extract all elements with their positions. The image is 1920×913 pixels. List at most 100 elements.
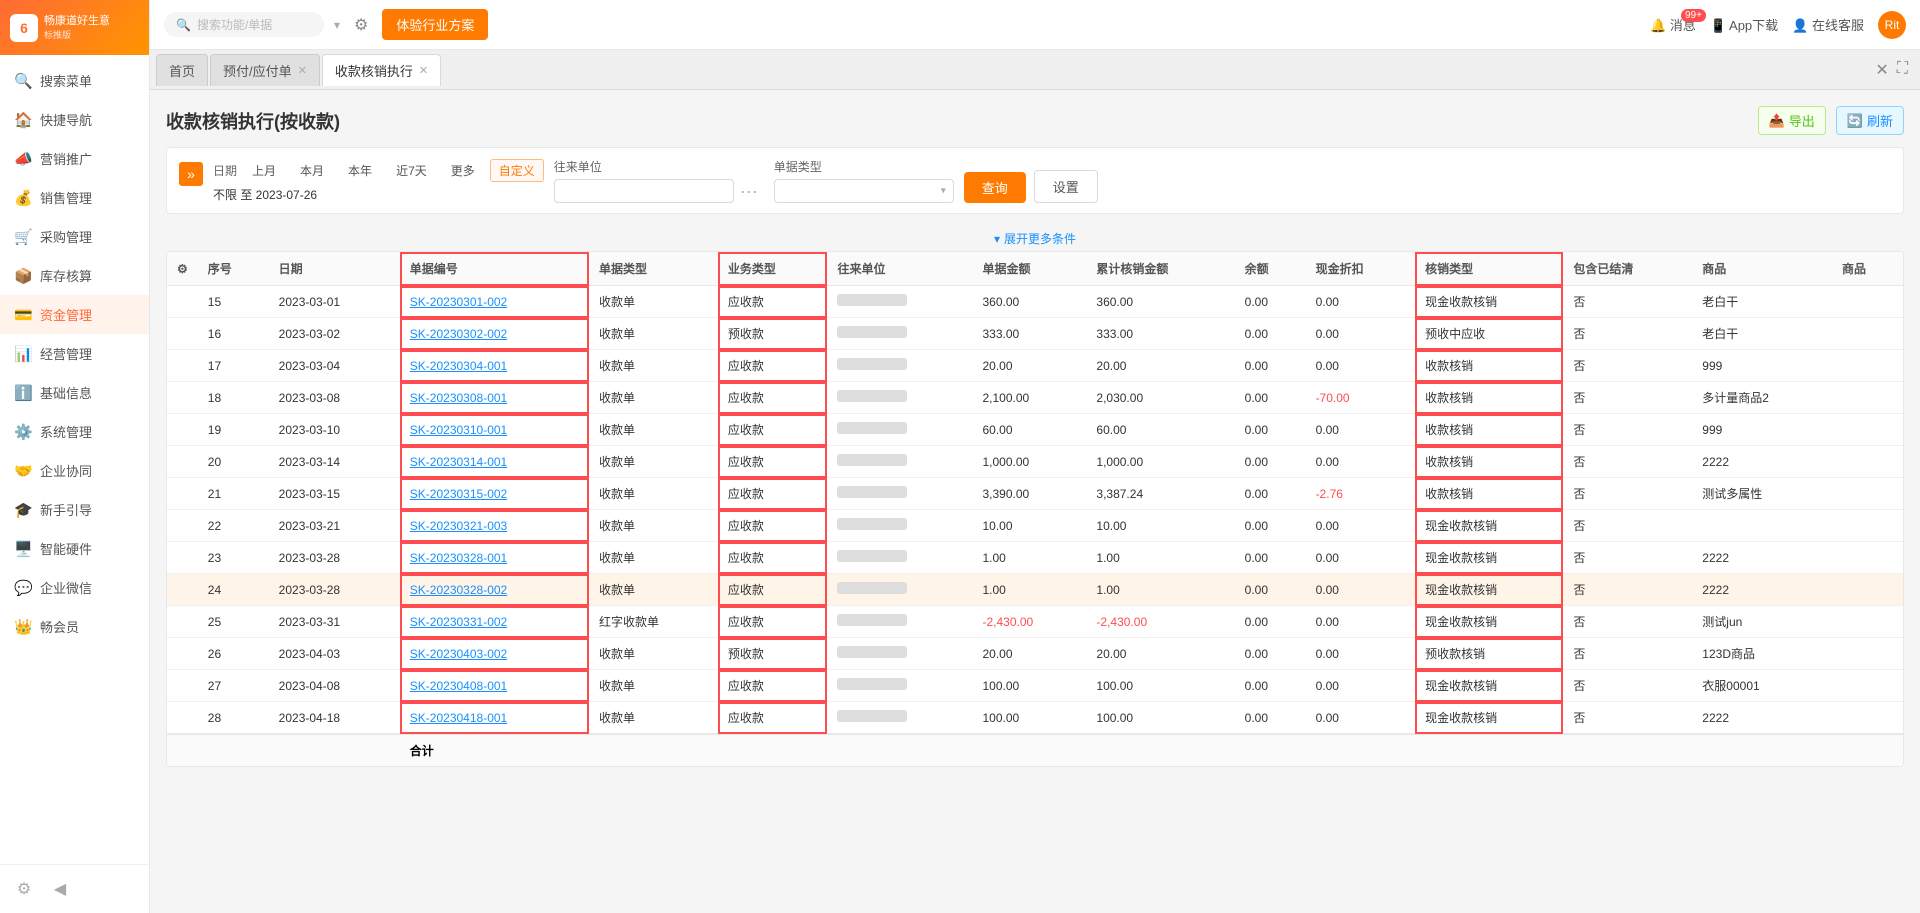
sidebar-item-basic[interactable]: ℹ️基础信息 (0, 373, 149, 412)
tab-expand-icon[interactable]: ⛶ (1897, 60, 1908, 80)
cell-1: 27 (198, 670, 269, 702)
sidebar-item-operation[interactable]: 📊经营管理 (0, 334, 149, 373)
cell-3: SK-20230314-001 (400, 446, 589, 478)
filter-date-row: 日期 上月 本月 本年 近7天 更多 自定义 (213, 159, 544, 182)
sidebar-settings-btn[interactable]: ⚙ (10, 875, 38, 903)
topbar-right: 🔔 消息 99+ 📱 App下载 👤 在线客服 Rit (1650, 11, 1906, 39)
topbar-arrow[interactable]: ▾ (334, 18, 340, 32)
cell-12: 否 (1563, 382, 1692, 414)
cell-8: 100.00 (1086, 670, 1234, 702)
cell-2[interactable]: 2023-03-14 (269, 446, 400, 478)
cell-2[interactable]: 2023-03-21 (269, 510, 400, 542)
cell-7: 360.00 (972, 286, 1086, 318)
sidebar-item-wechat[interactable]: 💬企业微信 (0, 568, 149, 607)
cell-11: 收款核销 (1415, 446, 1563, 478)
sidebar-item-purchase[interactable]: 🛒采购管理 (0, 217, 149, 256)
sidebar-label-operation: 经营管理 (40, 344, 92, 363)
tab-receipt[interactable]: 收款核销执行✕ (322, 54, 441, 86)
sidebar-item-system[interactable]: ⚙️系统管理 (0, 412, 149, 451)
cell-2[interactable]: 2023-03-02 (269, 318, 400, 350)
table-row[interactable]: 272023-04-08SK-20230408-001收款单应收款100.001… (167, 670, 1903, 702)
cell-2[interactable]: 2023-03-04 (269, 350, 400, 382)
sidebar-item-sales[interactable]: 💰销售管理 (0, 178, 149, 217)
date-btn-this-month[interactable]: 本月 (291, 159, 333, 182)
online-service-btn[interactable]: 👤 在线客服 (1792, 15, 1864, 34)
messages-btn[interactable]: 🔔 消息 99+ (1650, 15, 1696, 34)
cell-0 (167, 542, 198, 574)
counterpart-input-wrap: ··· (554, 179, 764, 203)
sidebar-item-inventory[interactable]: 📦库存核算 (0, 256, 149, 295)
th-settings[interactable]: ⚙ (167, 252, 198, 286)
sidebar-item-finance[interactable]: 💳资金管理 (0, 295, 149, 334)
query-btn[interactable]: 查询 (964, 172, 1026, 203)
setting-btn[interactable]: 设置 (1034, 170, 1098, 203)
cell-2[interactable]: 2023-03-10 (269, 414, 400, 446)
table-row[interactable]: 162023-03-02SK-20230302-002收款单预收款333.003… (167, 318, 1903, 350)
cell-2[interactable]: 2023-03-28 (269, 542, 400, 574)
tab-close-receipt[interactable]: ✕ (419, 64, 428, 77)
cell-2[interactable]: 2023-03-15 (269, 478, 400, 510)
refresh-btn[interactable]: 🔄 刷新 (1836, 106, 1904, 135)
counterpart-input[interactable] (554, 179, 734, 203)
date-btn-more[interactable]: 更多 (442, 159, 484, 182)
user-avatar[interactable]: Rit (1878, 11, 1906, 39)
table-row[interactable]: 202023-03-14SK-20230314-001收款单应收款1,000.0… (167, 446, 1903, 478)
cell-4: 收款单 (589, 414, 718, 446)
date-btn-last-month[interactable]: 上月 (243, 159, 285, 182)
cell-2[interactable]: 2023-03-31 (269, 606, 400, 638)
tab-home[interactable]: 首页 (156, 54, 208, 86)
table-row[interactable]: 242023-03-28SK-20230328-002收款单应收款1.001.0… (167, 574, 1903, 606)
sidebar-collapse-btn[interactable]: ◀ (46, 875, 74, 903)
sidebar-item-marketing[interactable]: 📣营销推广 (0, 139, 149, 178)
expand-label: 展开更多条件 (1004, 230, 1076, 247)
cell-7: 10.00 (972, 510, 1086, 542)
cell-2[interactable]: 2023-03-08 (269, 382, 400, 414)
cell-3: SK-20230331-002 (400, 606, 589, 638)
cell-4: 收款单 (589, 286, 718, 318)
table-row[interactable]: 152023-03-01SK-20230301-002收款单应收款360.003… (167, 286, 1903, 318)
date-btn-custom[interactable]: 自定义 (490, 159, 544, 182)
footer-empty13 (1692, 734, 1832, 766)
cell-5: 应收款 (718, 510, 828, 542)
sidebar-label-guide: 新手引导 (40, 500, 92, 519)
counterpart-dots[interactable]: ··· (734, 181, 764, 202)
sidebar-item-search[interactable]: 🔍搜索菜单 (0, 61, 149, 100)
tab-close-payable[interactable]: ✕ (298, 64, 307, 77)
expand-more-row[interactable]: ▾ 展开更多条件 (166, 226, 1904, 251)
cell-2[interactable]: 2023-04-18 (269, 702, 400, 735)
table-row[interactable]: 222023-03-21SK-20230321-003收款单应收款10.0010… (167, 510, 1903, 542)
cell-2[interactable]: 2023-04-08 (269, 670, 400, 702)
sidebar-item-member[interactable]: 👑畅会员 (0, 607, 149, 646)
topbar-solution-btn[interactable]: 体验行业方案 (382, 9, 488, 40)
sidebar-item-hardware[interactable]: 🖥️智能硬件 (0, 529, 149, 568)
table-row[interactable]: 192023-03-10SK-20230310-001收款单应收款60.0060… (167, 414, 1903, 446)
sidebar-item-corp[interactable]: 🤝企业协同 (0, 451, 149, 490)
date-btn-this-year[interactable]: 本年 (339, 159, 381, 182)
cell-8: 3,387.24 (1086, 478, 1234, 510)
topbar-search[interactable]: 🔍 搜索功能/单据 (164, 12, 324, 37)
cell-3: SK-20230301-002 (400, 286, 589, 318)
table-row[interactable]: 282023-04-18SK-20230418-001收款单应收款100.001… (167, 702, 1903, 735)
cell-2[interactable]: 2023-03-01 (269, 286, 400, 318)
app-download-btn[interactable]: 📱 App下载 (1710, 15, 1778, 34)
cell-7: 2,100.00 (972, 382, 1086, 414)
tab-payable[interactable]: 预付/应付单✕ (210, 54, 320, 86)
table-row[interactable]: 182023-03-08SK-20230308-001收款单应收款2,100.0… (167, 382, 1903, 414)
cell-2[interactable]: 2023-03-28 (269, 574, 400, 606)
doctype-select[interactable] (774, 179, 954, 203)
table-row[interactable]: 232023-03-28SK-20230328-001收款单应收款1.001.0… (167, 542, 1903, 574)
tab-close-all-icon[interactable]: ✕ (1875, 60, 1888, 80)
sidebar-item-shortcut[interactable]: 🏠快捷导航 (0, 100, 149, 139)
date-btn-7days[interactable]: 近7天 (387, 159, 436, 182)
cell-2[interactable]: 2023-04-03 (269, 638, 400, 670)
table-row[interactable]: 262023-04-03SK-20230403-002收款单预收款20.0020… (167, 638, 1903, 670)
cell-8: 100.00 (1086, 702, 1234, 735)
table-row[interactable]: 252023-03-31SK-20230331-002红字收款单应收款-2,43… (167, 606, 1903, 638)
export-btn[interactable]: 📤 导出 (1758, 106, 1826, 135)
table-row[interactable]: 172023-03-04SK-20230304-001收款单应收款20.0020… (167, 350, 1903, 382)
topbar-gear-icon[interactable]: ⚙ (350, 11, 372, 39)
filter-toggle-btn[interactable]: » (179, 162, 203, 186)
table-row[interactable]: 212023-03-15SK-20230315-002收款单应收款3,390.0… (167, 478, 1903, 510)
cell-1: 22 (198, 510, 269, 542)
sidebar-item-guide[interactable]: 🎓新手引导 (0, 490, 149, 529)
